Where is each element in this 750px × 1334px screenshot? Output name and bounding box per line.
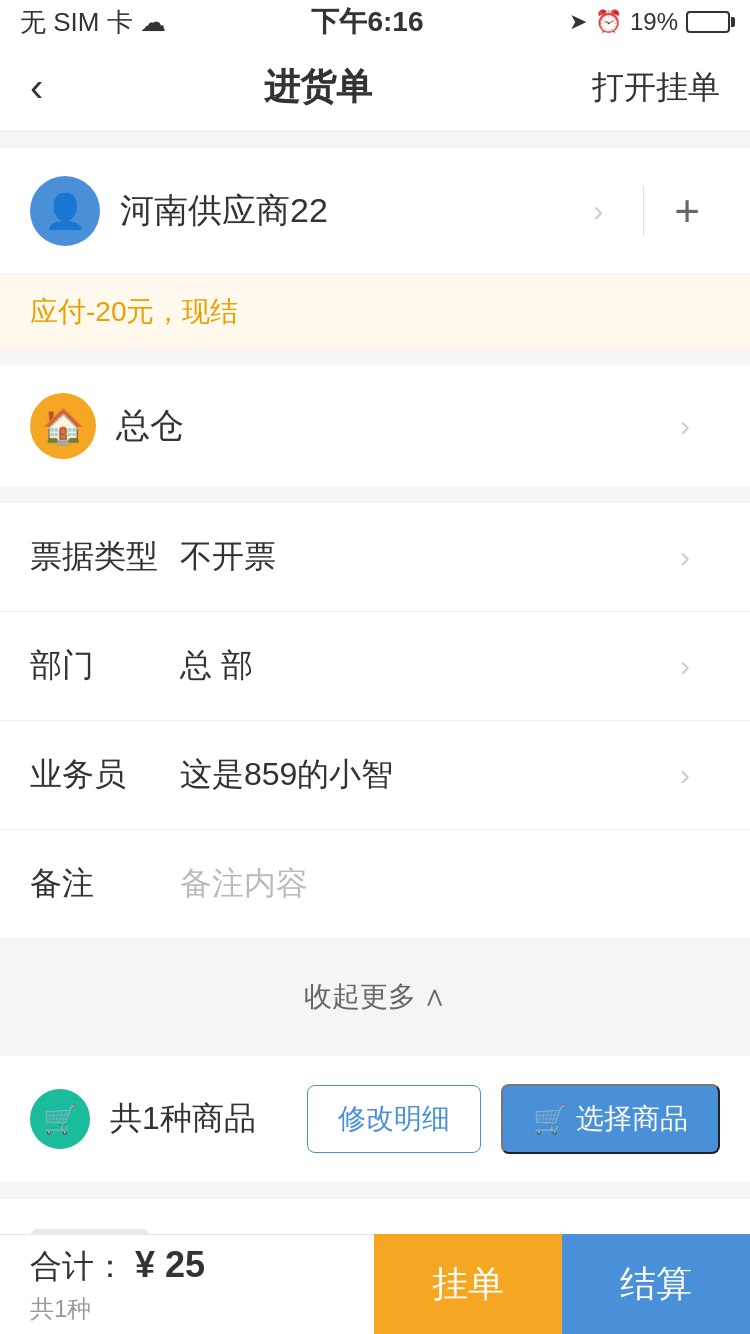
warehouse-name: 总仓 xyxy=(116,403,680,449)
avatar-icon: 👤 xyxy=(44,191,86,231)
products-icon: 🛒 xyxy=(30,1089,90,1149)
supplier-avatar: 👤 xyxy=(30,176,100,246)
vertical-divider xyxy=(643,186,644,236)
supplier-name: 河南供应商22 xyxy=(120,188,593,234)
remark-row[interactable]: 备注 备注内容 xyxy=(0,830,750,938)
location-icon: ➤ xyxy=(569,9,587,35)
supplier-row[interactable]: 👤 河南供应商22 › + xyxy=(0,148,750,275)
ticket-type-label: 票据类型 xyxy=(30,535,170,579)
bag-icon: 🛒 xyxy=(43,1103,78,1136)
select-product-label: 选择商品 xyxy=(576,1100,688,1138)
settle-button[interactable]: 结算 xyxy=(562,1234,750,1334)
status-bar: 无 SIM 卡 ☁ 下午6:16 ➤ ⏰ 19% xyxy=(0,0,750,44)
supplier-section: 👤 河南供应商22 › + 应付-20元，现结 xyxy=(0,148,750,349)
edit-detail-button[interactable]: 修改明细 xyxy=(307,1085,481,1153)
salesman-label: 业务员 xyxy=(30,753,170,797)
page-title: 进货单 xyxy=(264,63,372,112)
total-amount: ¥ 25 xyxy=(135,1244,205,1285)
department-row[interactable]: 部门 总 部 › xyxy=(0,612,750,721)
salesman-row[interactable]: 业务员 这是859的小智 › xyxy=(0,721,750,830)
ticket-type-chevron: › xyxy=(680,540,690,574)
select-product-button[interactable]: 🛒 选择商品 xyxy=(501,1084,720,1154)
add-supplier-button[interactable]: + xyxy=(654,186,720,236)
supplier-chevron-icon: › xyxy=(593,194,603,228)
nav-bar: ‹ 进货单 打开挂单 xyxy=(0,44,750,132)
total-label: 合计： xyxy=(30,1248,126,1284)
select-product-icon: 🛒 xyxy=(533,1103,568,1136)
remark-input[interactable]: 备注内容 xyxy=(180,862,720,906)
department-chevron: › xyxy=(680,649,690,683)
collapse-button[interactable]: 收起更多 ∧ xyxy=(0,954,750,1040)
salesman-value: 这是859的小智 xyxy=(180,753,680,797)
department-value: 总 部 xyxy=(180,644,680,688)
warehouse-row[interactable]: 🏠 总仓 › xyxy=(0,365,750,487)
products-header: 🛒 共1种商品 修改明细 🛒 选择商品 xyxy=(0,1056,750,1183)
section-spacer xyxy=(0,132,750,148)
alarm-icon: ⏰ xyxy=(595,9,622,35)
products-section: 🛒 共1种商品 修改明细 🛒 选择商品 xyxy=(0,1056,750,1183)
warehouse-icon-symbol: 🏠 xyxy=(42,406,84,446)
back-button[interactable]: ‹ xyxy=(30,65,43,110)
form-section: 票据类型 不开票 › 部门 总 部 › 业务员 这是859的小智 › 备注 备注… xyxy=(0,503,750,938)
total-sub: 共1种 xyxy=(30,1293,344,1325)
sim-signal-text: 无 SIM 卡 ☁ xyxy=(20,5,166,40)
open-hold-button[interactable]: 打开挂单 xyxy=(592,66,720,110)
status-right: ➤ ⏰ 19% xyxy=(569,8,730,36)
notice-banner: 应付-20元，现结 xyxy=(0,275,750,349)
ticket-type-value: 不开票 xyxy=(180,535,680,579)
total-area: 合计： ¥ 25 共1种 xyxy=(0,1234,374,1334)
ticket-type-row[interactable]: 票据类型 不开票 › xyxy=(0,503,750,612)
hold-button[interactable]: 挂单 xyxy=(374,1234,562,1334)
warehouse-icon: 🏠 xyxy=(30,393,96,459)
notice-text: 应付-20元，现结 xyxy=(30,296,238,327)
battery-text: 19% xyxy=(630,8,678,36)
status-left: 无 SIM 卡 ☁ xyxy=(20,5,166,40)
battery-icon xyxy=(686,11,730,33)
salesman-chevron: › xyxy=(680,758,690,792)
products-count: 共1种商品 xyxy=(110,1097,287,1141)
status-time: 下午6:16 xyxy=(311,3,423,41)
warehouse-chevron-icon: › xyxy=(680,409,690,443)
total-main: 合计： ¥ 25 xyxy=(30,1244,344,1289)
remark-label: 备注 xyxy=(30,862,170,906)
department-label: 部门 xyxy=(30,644,170,688)
bottom-bar: 合计： ¥ 25 共1种 挂单 结算 xyxy=(0,1234,750,1334)
